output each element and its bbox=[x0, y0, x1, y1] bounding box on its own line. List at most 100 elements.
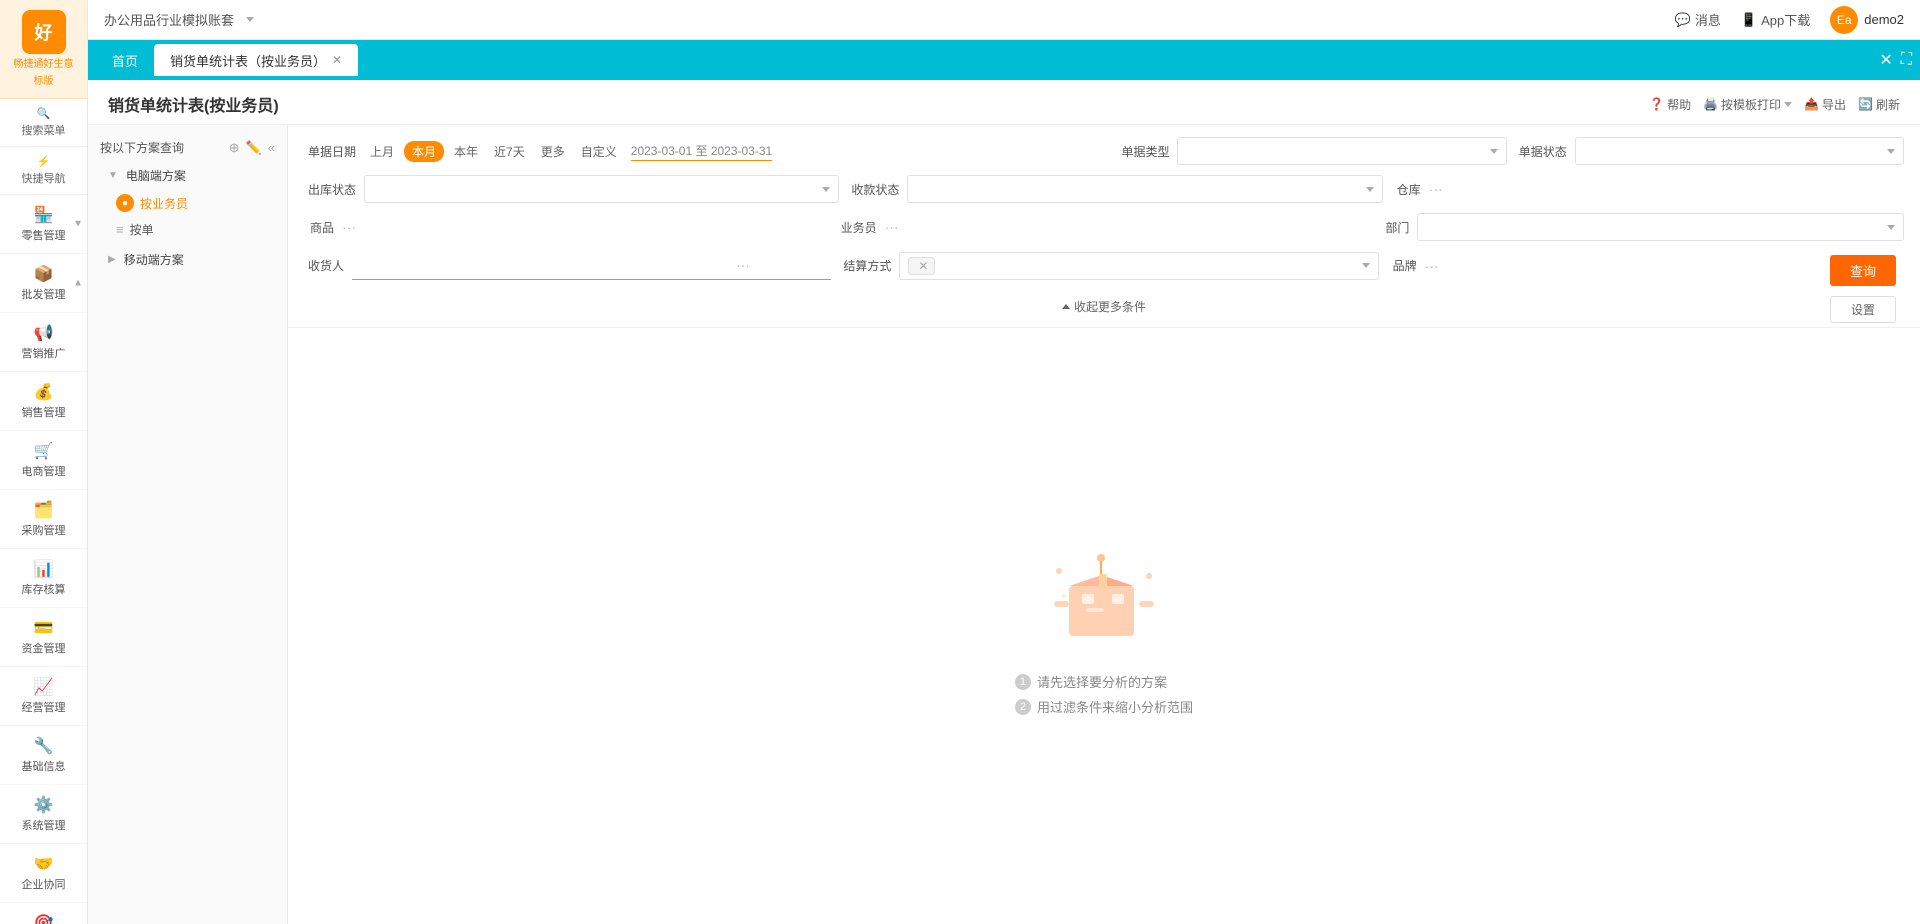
retail-arrow: ▼ bbox=[73, 219, 83, 230]
sidebar-logo: 好 畅捷通好生意 标版 bbox=[0, 0, 87, 99]
collapse-panel-button[interactable]: « bbox=[268, 140, 275, 156]
sidebar-item-purchase-label: 采购管理 bbox=[22, 522, 66, 538]
date-last-month[interactable]: 上月 bbox=[364, 141, 400, 162]
goods-dots[interactable]: ··· bbox=[342, 219, 356, 235]
search-menu-button[interactable]: 🔍 搜索菜单 bbox=[22, 107, 66, 138]
main-area: 办公用品行业模拟账套 💬 消息 📱 App下载 Ea demo2 首页 bbox=[88, 0, 1920, 924]
status-select[interactable] bbox=[1575, 137, 1904, 165]
left-panel: 按以下方案查询 ⊕ ✏️ « ▼ 电脑端方案 ● 按业务员 bbox=[88, 125, 288, 924]
settle-label: 结算方式 bbox=[839, 257, 891, 274]
sidebar-item-operation[interactable]: 📈 经营管理 bbox=[0, 667, 87, 726]
tree-item-by-salesman[interactable]: ● 按业务员 bbox=[108, 189, 287, 217]
help-button[interactable]: ❓ 帮助 bbox=[1649, 96, 1691, 113]
export-button[interactable]: 📤 导出 bbox=[1804, 96, 1846, 113]
brand-label: 品牌 bbox=[1387, 257, 1417, 274]
tree-item-desktop[interactable]: ▼ 电脑端方案 bbox=[88, 162, 287, 189]
logo-sub: 标版 bbox=[34, 75, 54, 88]
sidebar-item-enterprise[interactable]: 🤝 企业协同 bbox=[0, 844, 87, 903]
collapse-button[interactable]: 收起更多条件 bbox=[1062, 298, 1146, 315]
salesman-dots[interactable]: ··· bbox=[885, 219, 899, 235]
warehouse-label: 仓库 bbox=[1391, 181, 1421, 198]
date-more[interactable]: 更多 bbox=[535, 141, 571, 162]
sidebar-item-basic[interactable]: 🔧 基础信息 bbox=[0, 726, 87, 785]
sidebar-item-system[interactable]: ⚙️ 系统管理 bbox=[0, 785, 87, 844]
sidebar-item-ecommerce[interactable]: 🛒 电商管理 bbox=[0, 431, 87, 490]
tab-home[interactable]: 首页 bbox=[96, 44, 154, 76]
sidebar-item-marketing[interactable]: 📢 营销推广 bbox=[0, 313, 87, 372]
app-download-button[interactable]: 📱 App下载 bbox=[1741, 10, 1810, 29]
empty-hint-2: 2 用过滤条件来缩小分析范围 bbox=[1015, 697, 1193, 716]
tree-item-mobile[interactable]: ▶ 移动端方案 bbox=[88, 246, 287, 273]
tab-sales-stat[interactable]: 销货单统计表（按业务员） ✕ bbox=[154, 44, 358, 76]
right-panel: 单据日期 上月 本月 本年 近7天 更多 自定义 2023-03-01 至 20… bbox=[288, 125, 1920, 924]
tab-expand-icon[interactable]: ⛶ bbox=[1901, 51, 1912, 69]
date-custom[interactable]: 自定义 bbox=[575, 141, 623, 162]
tree-arrow-mobile: ▶ bbox=[108, 254, 116, 265]
brand-dots[interactable]: ··· bbox=[1425, 258, 1439, 274]
tabbar: 首页 销货单统计表（按业务员） ✕ ✕ ⛶ bbox=[88, 40, 1920, 80]
message-icon: 💬 bbox=[1675, 12, 1691, 28]
topbar-dropdown-icon bbox=[246, 17, 254, 22]
collapse-icon bbox=[1062, 304, 1070, 309]
sidebar-item-operation-label: 经营管理 bbox=[22, 699, 66, 715]
left-panel-header: 按以下方案查询 ⊕ ✏️ « bbox=[88, 133, 287, 162]
tab-close-all-icon[interactable]: ✕ bbox=[1879, 50, 1892, 70]
receiver-dots[interactable]: ··· bbox=[736, 257, 750, 273]
by-order-label[interactable]: 按单 bbox=[130, 221, 154, 238]
topbar-dropdown[interactable] bbox=[246, 17, 254, 22]
type-select[interactable] bbox=[1177, 137, 1506, 165]
quicknav-button[interactable]: ⚡ 快捷导航 bbox=[22, 155, 66, 186]
receiver-input[interactable] bbox=[352, 251, 732, 279]
inventory-icon: 📊 bbox=[34, 559, 54, 579]
quicknav-icon: ⚡ bbox=[37, 155, 51, 168]
tree-arrow-desktop: ▼ bbox=[108, 170, 118, 181]
date-this-year[interactable]: 本年 bbox=[448, 141, 484, 162]
status-label: 单据状态 bbox=[1515, 143, 1567, 160]
search-menu-label: 搜索菜单 bbox=[22, 122, 66, 138]
setting-button[interactable]: 设置 bbox=[1830, 296, 1896, 323]
sidebar-item-finance[interactable]: 💳 资金管理 bbox=[0, 608, 87, 667]
query-button[interactable]: 查询 bbox=[1830, 255, 1896, 286]
sidebar-item-inventory-label: 库存核算 bbox=[22, 581, 66, 597]
user-menu[interactable]: Ea demo2 bbox=[1830, 6, 1904, 34]
edit-scheme-button[interactable]: ✏️ bbox=[246, 140, 262, 156]
export-label: 导出 bbox=[1822, 96, 1846, 113]
warehouse-dots[interactable]: ··· bbox=[1429, 181, 1443, 197]
sidebar-item-purchase[interactable]: 🗂️ 采购管理 bbox=[0, 490, 87, 549]
refresh-label: 刷新 bbox=[1876, 96, 1900, 113]
marketing-icon: 📢 bbox=[34, 323, 54, 343]
tab-close-icon[interactable]: ✕ bbox=[332, 53, 342, 67]
wholesale-arrow: ▲ bbox=[73, 278, 83, 289]
sidebar-item-newuser[interactable]: 🎯 新手引导 bbox=[0, 903, 87, 924]
date-this-month[interactable]: 本月 bbox=[404, 141, 444, 162]
sidebar-item-ecommerce-label: 电商管理 bbox=[22, 463, 66, 479]
by-order-sub-icon: ≡ bbox=[116, 222, 124, 237]
sidebar-item-wholesale[interactable]: 📦 批发管理 ▲ bbox=[0, 254, 87, 313]
payment-select[interactable] bbox=[907, 175, 1382, 203]
sales-icon: 💰 bbox=[34, 382, 54, 402]
empty-illustration bbox=[1044, 546, 1164, 646]
settle-tag-close[interactable]: ✕ bbox=[918, 259, 928, 273]
tree-desktop-children: ● 按业务员 ≡ 按单 bbox=[88, 189, 287, 242]
shipment-select[interactable] bbox=[364, 175, 839, 203]
settle-select[interactable]: ✕ bbox=[899, 252, 1378, 280]
refresh-button[interactable]: 🔄 刷新 bbox=[1858, 96, 1900, 113]
filter-area: 单据日期 上月 本月 本年 近7天 更多 自定义 2023-03-01 至 20… bbox=[288, 125, 1920, 328]
add-scheme-button[interactable]: ⊕ bbox=[229, 140, 240, 156]
date-7days[interactable]: 近7天 bbox=[488, 141, 531, 162]
type-dropdown-icon bbox=[1490, 149, 1498, 154]
dept-dropdown-icon bbox=[1887, 225, 1895, 230]
sidebar-item-retail[interactable]: 🏪 零售管理 ▼ bbox=[0, 195, 87, 254]
left-panel-header-icons: ⊕ ✏️ « bbox=[229, 140, 275, 156]
topbar: 办公用品行业模拟账套 💬 消息 📱 App下载 Ea demo2 bbox=[88, 0, 1920, 40]
purchase-icon: 🗂️ bbox=[34, 500, 54, 520]
username-label: demo2 bbox=[1864, 12, 1904, 27]
sidebar-item-sales[interactable]: 💰 销售管理 bbox=[0, 372, 87, 431]
dept-select[interactable] bbox=[1417, 213, 1904, 241]
print-icon: 🖨️ bbox=[1703, 97, 1718, 111]
print-label: 按模板打印 bbox=[1721, 96, 1781, 113]
message-button[interactable]: 💬 消息 bbox=[1675, 10, 1721, 29]
sidebar-item-inventory[interactable]: 📊 库存核算 bbox=[0, 549, 87, 608]
print-button[interactable]: 🖨️ 按模板打印 bbox=[1703, 96, 1792, 113]
payment-label: 收款状态 bbox=[847, 181, 899, 198]
